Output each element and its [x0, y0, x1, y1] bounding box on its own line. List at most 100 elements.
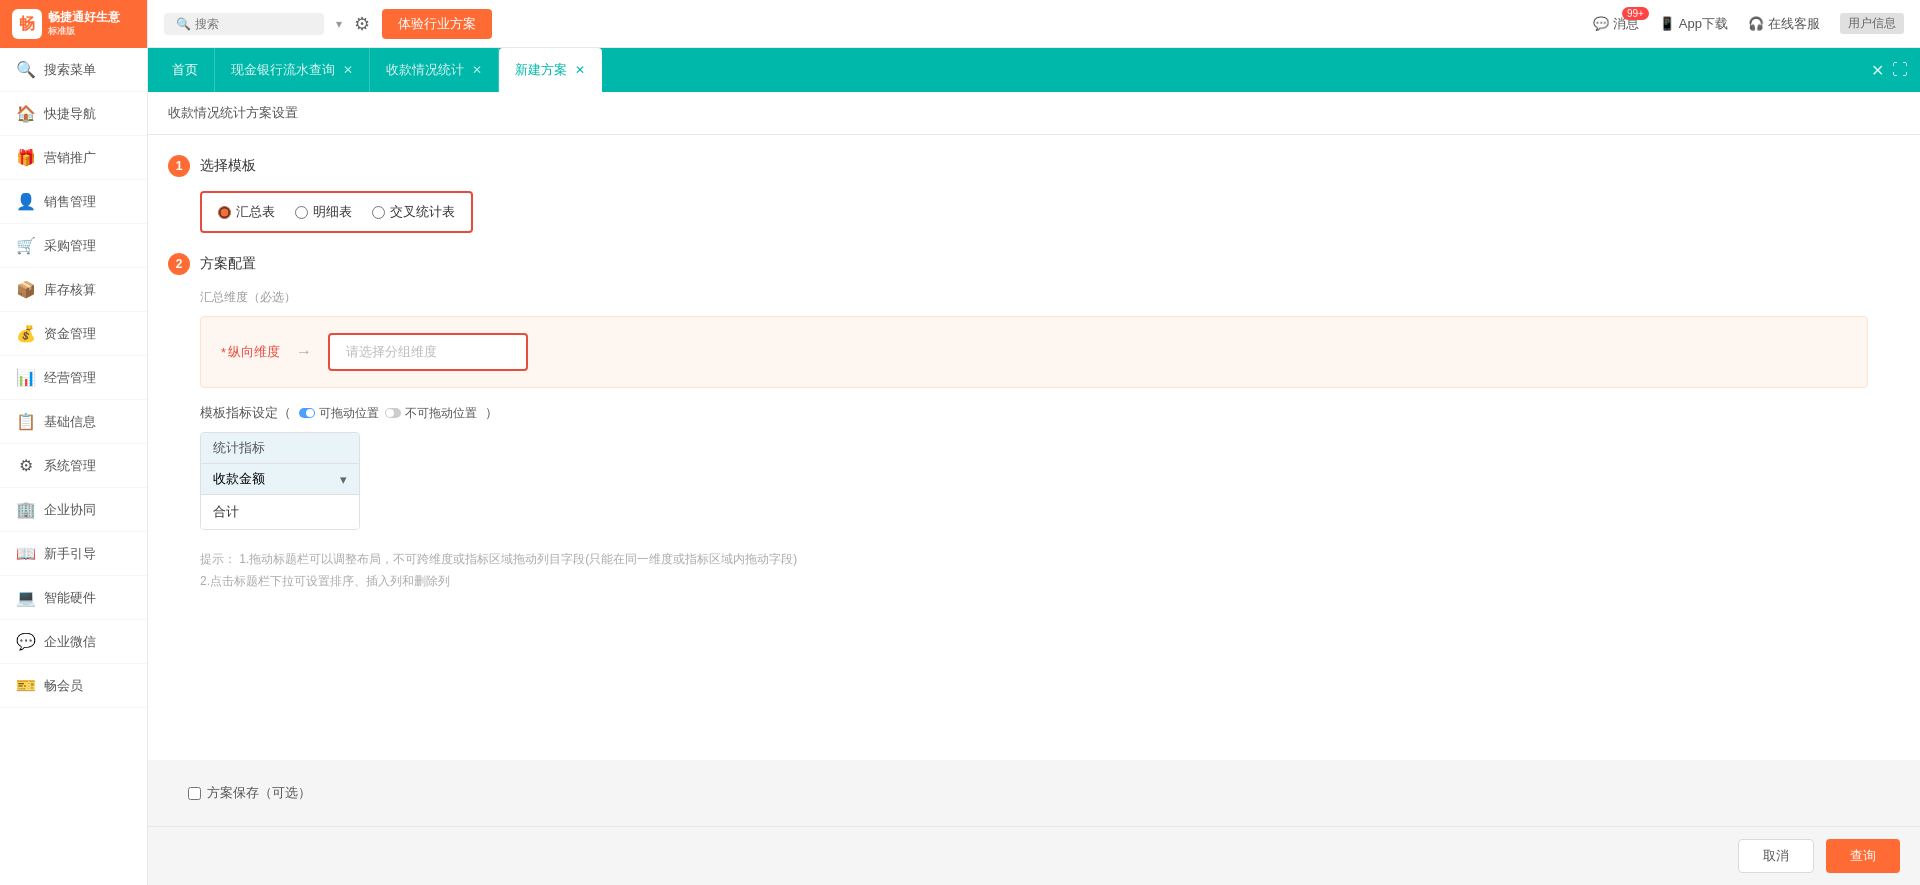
- close-window-icon[interactable]: ✕: [1871, 61, 1884, 80]
- save-label[interactable]: 方案保存（可选）: [168, 772, 331, 814]
- sidebar-item-hardware[interactable]: 💻 智能硬件: [0, 576, 147, 620]
- save-checkbox[interactable]: [188, 787, 201, 800]
- logo-icon: 畅: [12, 9, 42, 39]
- indicator-label-row: 模板指标设定（ 可拖动位置 不可拖动位置 ）: [200, 404, 1868, 422]
- tip-line1: 提示： 1.拖动标题栏可以调整布局，不可跨维度或指标区域拖动列目字段(只能在同一…: [200, 549, 1868, 571]
- dropdown-arrow-icon[interactable]: ▾: [336, 17, 342, 31]
- step2-number: 2: [168, 253, 190, 275]
- tab-bank[interactable]: 现金银行流水查询 ✕: [215, 48, 370, 92]
- sidebar-item-system[interactable]: ⚙ 系统管理: [0, 444, 147, 488]
- radio-detail-input[interactable]: [295, 206, 308, 219]
- sidebar-item-finance[interactable]: 💰 资金管理: [0, 312, 147, 356]
- stats-label: 统计指标: [213, 439, 265, 457]
- sidebar-item-sales[interactable]: 👤 销售管理: [0, 180, 147, 224]
- step1-header: 1 选择模板: [168, 155, 1900, 177]
- template-selection-box: 汇总表 明细表 交叉统计表: [200, 191, 473, 233]
- radio-summary[interactable]: 汇总表: [218, 203, 275, 221]
- gift-icon: 🎁: [16, 148, 36, 167]
- home-icon: 🏠: [16, 104, 36, 123]
- save-option-label: 方案保存（可选）: [207, 784, 311, 802]
- sidebar-item-label: 新手引导: [44, 545, 96, 563]
- expand-icon[interactable]: ⛶: [1892, 61, 1908, 79]
- step1-section: 1 选择模板 汇总表 明细表 交叉统计表: [168, 155, 1900, 233]
- sidebar-item-label: 资金管理: [44, 325, 96, 343]
- building-icon: 🏢: [16, 500, 36, 519]
- tabbar-actions: ✕ ⛶: [1871, 61, 1920, 80]
- step2-section: 2 方案配置 汇总维度（必选） * 纵向维度 → 请选择分组维度: [168, 253, 1900, 592]
- download-icon: 📱: [1659, 16, 1675, 31]
- dimension-area: * 纵向维度 → 请选择分组维度: [200, 316, 1868, 388]
- search-menu-icon: 🔍: [16, 60, 36, 79]
- search-input[interactable]: [195, 17, 315, 31]
- sidebar-item-label: 智能硬件: [44, 589, 96, 607]
- app-name: 畅捷通好生意: [48, 10, 120, 24]
- sidebar-item-purchase[interactable]: 🛒 采购管理: [0, 224, 147, 268]
- radio-cross-label: 交叉统计表: [390, 203, 455, 221]
- sidebar-item-label: 系统管理: [44, 457, 96, 475]
- indicator-header: 统计指标: [201, 433, 359, 464]
- radio-cross[interactable]: 交叉统计表: [372, 203, 455, 221]
- topbar: 🔍 ▾ ⚙ 体验行业方案 💬 消息 99+ 📱 App下载 🎧 在线客服 用户信…: [148, 0, 1920, 48]
- topbar-right: 💬 消息 99+ 📱 App下载 🎧 在线客服 用户信息: [1593, 13, 1904, 34]
- sidebar-item-inventory[interactable]: 📦 库存核算: [0, 268, 147, 312]
- service-label: 在线客服: [1768, 15, 1820, 33]
- step2-title: 方案配置: [200, 255, 256, 273]
- sidebar-item-label: 搜索菜单: [44, 61, 96, 79]
- sidebar-item-label: 企业微信: [44, 633, 96, 651]
- tab-bank-close-icon[interactable]: ✕: [343, 63, 353, 77]
- cart-icon: 🛒: [16, 236, 36, 255]
- indicator-table: 统计指标 收款金额 ▾ 合计: [200, 432, 360, 530]
- indicator-settings: 模板指标设定（ 可拖动位置 不可拖动位置 ）: [200, 404, 1868, 533]
- toggle-gray-icon[interactable]: [385, 408, 401, 418]
- download-item[interactable]: 📱 App下载: [1659, 15, 1728, 33]
- sidebar-item-member[interactable]: 🎫 畅会员: [0, 664, 147, 708]
- tab-home[interactable]: 首页: [156, 48, 215, 92]
- indicator-header-row: 统计指标: [213, 439, 347, 457]
- sidebar-item-search[interactable]: 🔍 搜索菜单: [0, 48, 147, 92]
- sidebar-item-guide[interactable]: 📖 新手引导: [0, 532, 147, 576]
- indicator-row-cell: 合计: [201, 495, 359, 529]
- dimension-config: 汇总维度（必选） * 纵向维度 → 请选择分组维度: [168, 289, 1900, 388]
- sidebar-item-label: 营销推广: [44, 149, 96, 167]
- tab-new[interactable]: 新建方案 ✕: [499, 48, 602, 92]
- user-label: 用户信息: [1848, 16, 1896, 30]
- tab-receipt-close-icon[interactable]: ✕: [472, 63, 482, 77]
- service-item[interactable]: 🎧 在线客服: [1748, 15, 1820, 33]
- sidebar-item-quick[interactable]: 🏠 快捷导航: [0, 92, 147, 136]
- page-header: 收款情况统计方案设置: [148, 92, 1920, 135]
- cancel-button[interactable]: 取消: [1738, 839, 1814, 873]
- dimension-select[interactable]: 请选择分组维度: [328, 333, 528, 371]
- save-option-area: 方案保存（可选）: [148, 760, 1920, 826]
- message-badge: 99+: [1622, 7, 1649, 20]
- app-edition: 标准版: [48, 25, 120, 38]
- radio-detail[interactable]: 明细表: [295, 203, 352, 221]
- chat-icon: 💬: [16, 632, 36, 651]
- sidebar-item-label: 销售管理: [44, 193, 96, 211]
- service-icon: 🎧: [1748, 16, 1764, 31]
- radio-detail-label: 明细表: [313, 203, 352, 221]
- indicator-col-header: 收款金额 ▾: [201, 464, 359, 495]
- tab-new-close-icon[interactable]: ✕: [575, 63, 585, 77]
- sidebar-item-wechat[interactable]: 💬 企业微信: [0, 620, 147, 664]
- dimension-row: * 纵向维度 → 请选择分组维度: [221, 333, 1847, 371]
- form-body: 1 选择模板 汇总表 明细表 交叉统计表: [148, 135, 1920, 760]
- search-bar[interactable]: 🔍: [164, 13, 324, 35]
- radio-summary-input[interactable]: [218, 206, 231, 219]
- indicator-col-label: 收款金额: [213, 470, 265, 488]
- sidebar-item-operation[interactable]: 📊 经营管理: [0, 356, 147, 400]
- ticket-icon: 🎫: [16, 676, 36, 695]
- radio-cross-input[interactable]: [372, 206, 385, 219]
- draggable-label: 可拖动位置: [319, 405, 379, 422]
- sidebar-item-basic[interactable]: 📋 基础信息: [0, 400, 147, 444]
- sidebar-item-corp[interactable]: 🏢 企业协同: [0, 488, 147, 532]
- message-item[interactable]: 💬 消息 99+: [1593, 15, 1639, 33]
- tab-receipt[interactable]: 收款情况统计 ✕: [370, 48, 499, 92]
- tab-bank-label: 现金银行流水查询: [231, 61, 335, 79]
- toggle-blue-icon[interactable]: [299, 408, 315, 418]
- query-button[interactable]: 查询: [1826, 839, 1900, 873]
- trial-button[interactable]: 体验行业方案: [382, 9, 492, 39]
- user-info[interactable]: 用户信息: [1840, 13, 1904, 34]
- indicator-dropdown-icon[interactable]: ▾: [340, 472, 347, 487]
- settings-icon[interactable]: ⚙: [354, 13, 370, 35]
- sidebar-item-marketing[interactable]: 🎁 营销推广: [0, 136, 147, 180]
